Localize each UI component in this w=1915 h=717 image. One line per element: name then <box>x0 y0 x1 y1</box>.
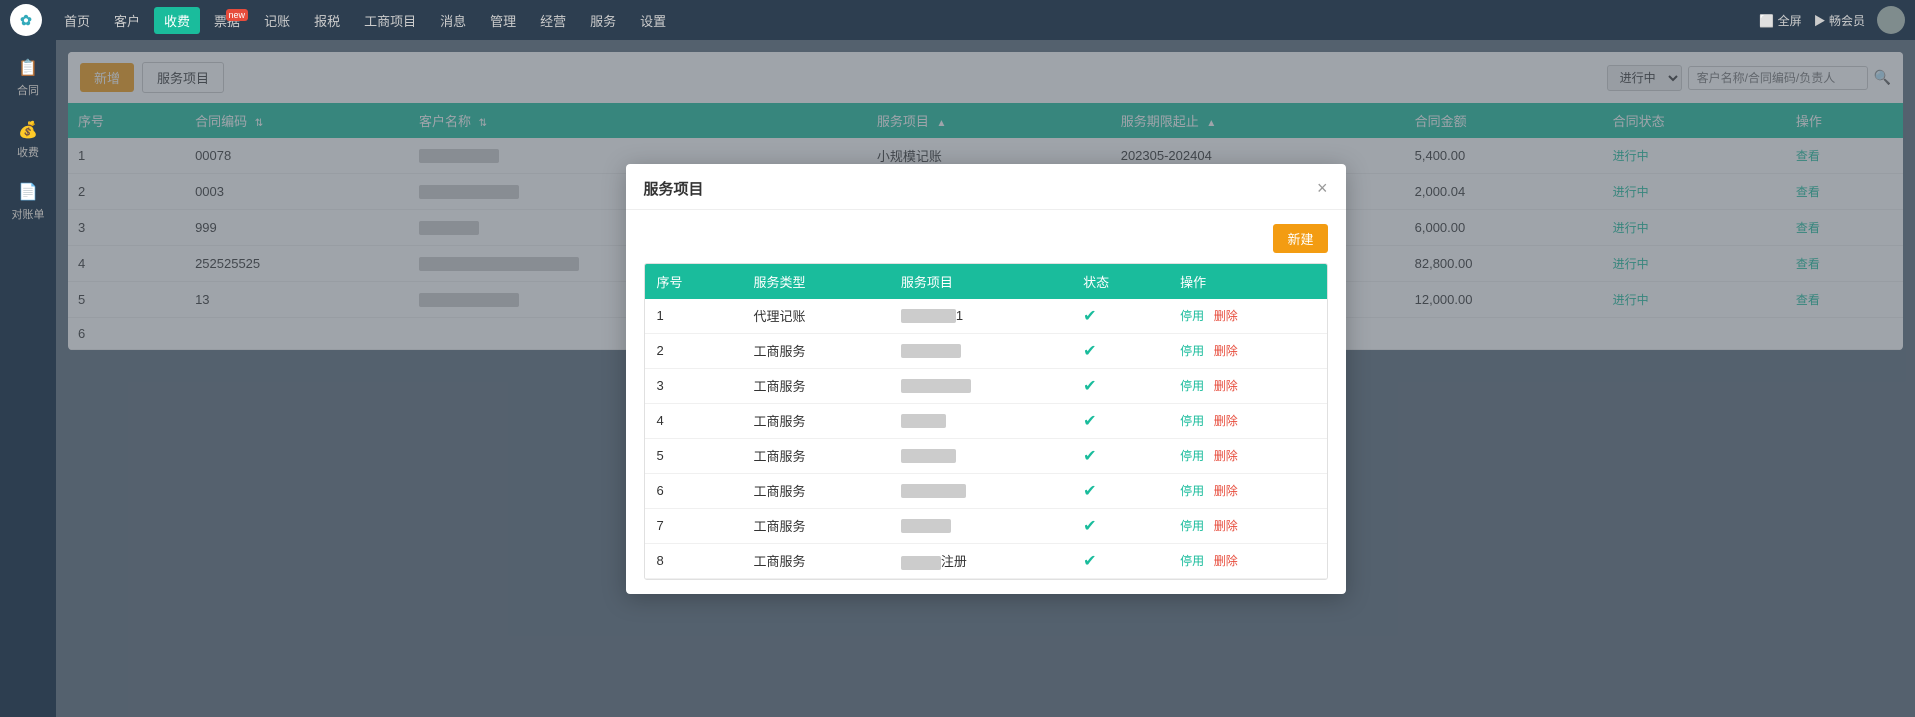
modal-cell-ops[interactable]: 停用 删除 <box>1168 299 1326 334</box>
nav-manage[interactable]: 管理 <box>480 7 526 34</box>
modal-toolbar: 新建 <box>644 224 1328 253</box>
modal-table-row: 5 工商服务 ✔ 停用 删除 <box>645 438 1327 473</box>
nav-tax[interactable]: 报税 <box>304 7 350 34</box>
modal-close-button[interactable]: × <box>1317 179 1328 197</box>
sidebar-item-charge[interactable]: 💰 收费 <box>3 110 53 168</box>
modal-col-status: 状态 <box>1071 264 1168 299</box>
layout: 📋 合同 💰 收费 📄 对账单 新增 服务项目 进行中 已完成 已终止 <box>0 40 1915 717</box>
statement-icon: 📄 <box>16 180 40 204</box>
sidebar-item-contract[interactable]: 📋 合同 <box>3 48 53 106</box>
stop-btn[interactable]: 停用 <box>1180 484 1204 498</box>
modal-col-type: 服务类型 <box>741 264 888 299</box>
modal-cell-type: 代理记账 <box>741 299 888 334</box>
modal-table-row: 7 工商服务 ✔ 停用 删除 <box>645 508 1327 543</box>
service-modal: 服务项目 × 新建 序号 服务类型 服务项目 状态 <box>626 164 1346 594</box>
delete-btn[interactable]: 删除 <box>1214 344 1238 358</box>
nav-charge[interactable]: 收费 <box>154 7 200 34</box>
charge-icon: 💰 <box>16 118 40 142</box>
nav-operate[interactable]: 经营 <box>530 7 576 34</box>
modal-col-item: 服务项目 <box>889 264 1071 299</box>
delete-btn[interactable]: 删除 <box>1214 449 1238 463</box>
delete-btn[interactable]: 删除 <box>1214 484 1238 498</box>
modal-table-row: 4 工商服务 ✔ 停用 删除 <box>645 403 1327 438</box>
nav-customer[interactable]: 客户 <box>104 7 150 34</box>
delete-btn[interactable]: 删除 <box>1214 554 1238 568</box>
sidebar: 📋 合同 💰 收费 📄 对账单 <box>0 40 56 717</box>
stop-btn[interactable]: 停用 <box>1180 449 1204 463</box>
modal-table-row: 1 代理记账 1 ✔ 停用 删除 <box>645 299 1327 334</box>
modal-table-row: 2 工商服务 ✔ 停用 删除 <box>645 333 1327 368</box>
top-right: ⬜ 全屏 ▶ 畅会员 <box>1759 6 1905 34</box>
fullscreen-btn[interactable]: ⬜ 全屏 <box>1759 12 1801 29</box>
sidebar-label-charge: 收费 <box>17 144 39 160</box>
modal-header: 服务项目 × <box>626 164 1346 210</box>
app-logo: ✿ <box>10 4 42 36</box>
modal-new-button[interactable]: 新建 <box>1273 224 1327 253</box>
nav-service[interactable]: 服务 <box>580 7 626 34</box>
nav-commerce[interactable]: 工商项目 <box>354 7 426 34</box>
modal-title: 服务项目 <box>644 178 704 199</box>
service-table: 序号 服务类型 服务项目 状态 操作 1 代理记账 1 <box>645 264 1327 579</box>
top-nav: ✿ 首页 客户 收费 票据 new 记账 报税 工商项目 消息 管理 经营 服务… <box>0 0 1915 40</box>
nav-items: 首页 客户 收费 票据 new 记账 报税 工商项目 消息 管理 经营 服务 设… <box>54 7 1759 34</box>
modal-col-action: 操作 <box>1168 264 1326 299</box>
stop-btn[interactable]: 停用 <box>1180 414 1204 428</box>
modal-body: 新建 序号 服务类型 服务项目 状态 操作 <box>626 210 1346 594</box>
contract-icon: 📋 <box>16 56 40 80</box>
delete-btn[interactable]: 删除 <box>1214 414 1238 428</box>
delete-btn[interactable]: 删除 <box>1214 309 1238 323</box>
modal-table-row: 8 工商服务 注册 ✔ 停用 删除 <box>645 543 1327 578</box>
member-btn[interactable]: ▶ 畅会员 <box>1814 12 1865 29</box>
stop-btn[interactable]: 停用 <box>1180 344 1204 358</box>
modal-table-row: 6 工商服务 ✔ 停用 删除 <box>645 473 1327 508</box>
new-badge: new <box>226 9 249 21</box>
modal-table-row: 3 工商服务 ✔ 停用 删除 <box>645 368 1327 403</box>
modal-cell-item: 1 <box>889 299 1071 334</box>
modal-col-no: 序号 <box>645 264 742 299</box>
stop-btn[interactable]: 停用 <box>1180 519 1204 533</box>
sidebar-item-statement[interactable]: 📄 对账单 <box>3 172 53 230</box>
modal-cell-no: 1 <box>645 299 742 334</box>
delete-btn[interactable]: 删除 <box>1214 379 1238 393</box>
sidebar-label-contract: 合同 <box>17 82 39 98</box>
nav-home[interactable]: 首页 <box>54 7 100 34</box>
nav-message[interactable]: 消息 <box>430 7 476 34</box>
modal-table-wrap[interactable]: 序号 服务类型 服务项目 状态 操作 1 代理记账 1 <box>644 263 1328 580</box>
main-content: 新增 服务项目 进行中 已完成 已终止 🔍 序号 合同编码 ⇅ <box>56 40 1915 717</box>
nav-settings[interactable]: 设置 <box>630 7 676 34</box>
stop-btn[interactable]: 停用 <box>1180 309 1204 323</box>
delete-btn[interactable]: 删除 <box>1214 519 1238 533</box>
sidebar-label-statement: 对账单 <box>12 206 45 222</box>
stop-btn[interactable]: 停用 <box>1180 379 1204 393</box>
nav-ticket[interactable]: 票据 new <box>204 7 250 34</box>
user-avatar[interactable] <box>1877 6 1905 34</box>
stop-btn[interactable]: 停用 <box>1180 554 1204 568</box>
modal-cell-status: ✔ <box>1071 299 1168 334</box>
nav-bookkeeping[interactable]: 记账 <box>254 7 300 34</box>
